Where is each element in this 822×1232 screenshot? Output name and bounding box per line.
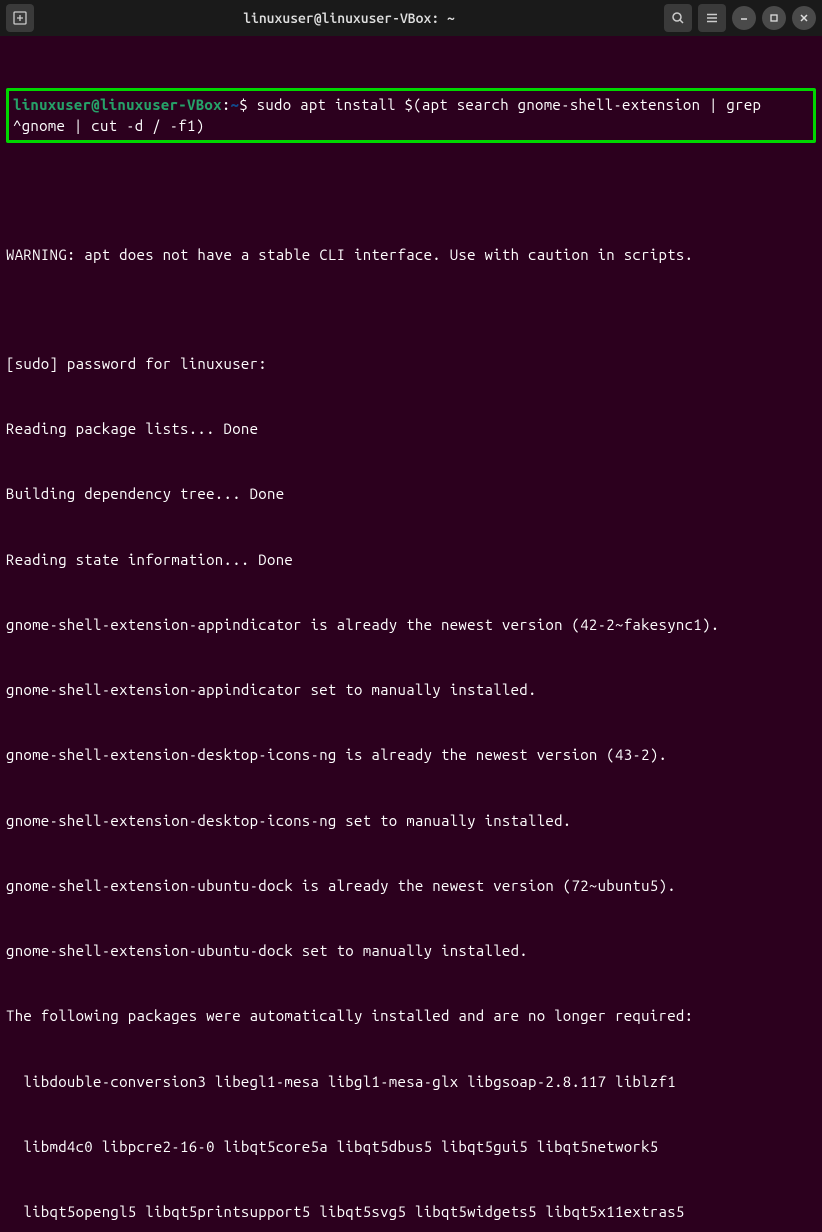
output-line: gnome-shell-extension-desktop-icons-ng s… [6,810,816,832]
output-line: libdouble-conversion3 libegl1-mesa libgl… [6,1071,816,1093]
new-tab-button[interactable] [6,4,34,32]
output-line: libmd4c0 libpcre2-16-0 libqt5core5a libq… [6,1136,816,1158]
output-line: Reading state information... Done [6,549,816,571]
output-line: gnome-shell-extension-appindicator set t… [6,679,816,701]
menu-button[interactable] [698,4,726,32]
prompt-path: ~ [231,96,240,113]
output-line: Reading package lists... Done [6,418,816,440]
maximize-button[interactable] [762,6,786,30]
minimize-button[interactable] [732,6,756,30]
output-line: The following packages were automaticall… [6,1005,816,1027]
output-line: gnome-shell-extension-desktop-icons-ng i… [6,744,816,766]
output-line: Building dependency tree... Done [6,483,816,505]
search-button[interactable] [664,4,692,32]
output-line: gnome-shell-extension-ubuntu-dock set to… [6,940,816,962]
output-line: gnome-shell-extension-ubuntu-dock is alr… [6,875,816,897]
prompt-symbol: $ [239,96,248,113]
terminal-area[interactable]: linuxuser@linuxuser-VBox:~$ sudo apt ins… [0,36,822,1232]
close-button[interactable] [792,6,816,30]
highlighted-command: linuxuser@linuxuser-VBox:~$ sudo apt ins… [6,88,816,144]
output-line: gnome-shell-extension-appindicator is al… [6,614,816,636]
output-line: WARNING: apt does not have a stable CLI … [6,244,816,266]
window-title: linuxuser@linuxuser-VBox: ~ [34,10,664,26]
output-line: [sudo] password for linuxuser: [6,353,816,375]
output-line: libqt5opengl5 libqt5printsupport5 libqt5… [6,1201,816,1223]
prompt-user-host: linuxuser@linuxuser-VBox [13,96,222,113]
titlebar: linuxuser@linuxuser-VBox: ~ [0,0,822,36]
